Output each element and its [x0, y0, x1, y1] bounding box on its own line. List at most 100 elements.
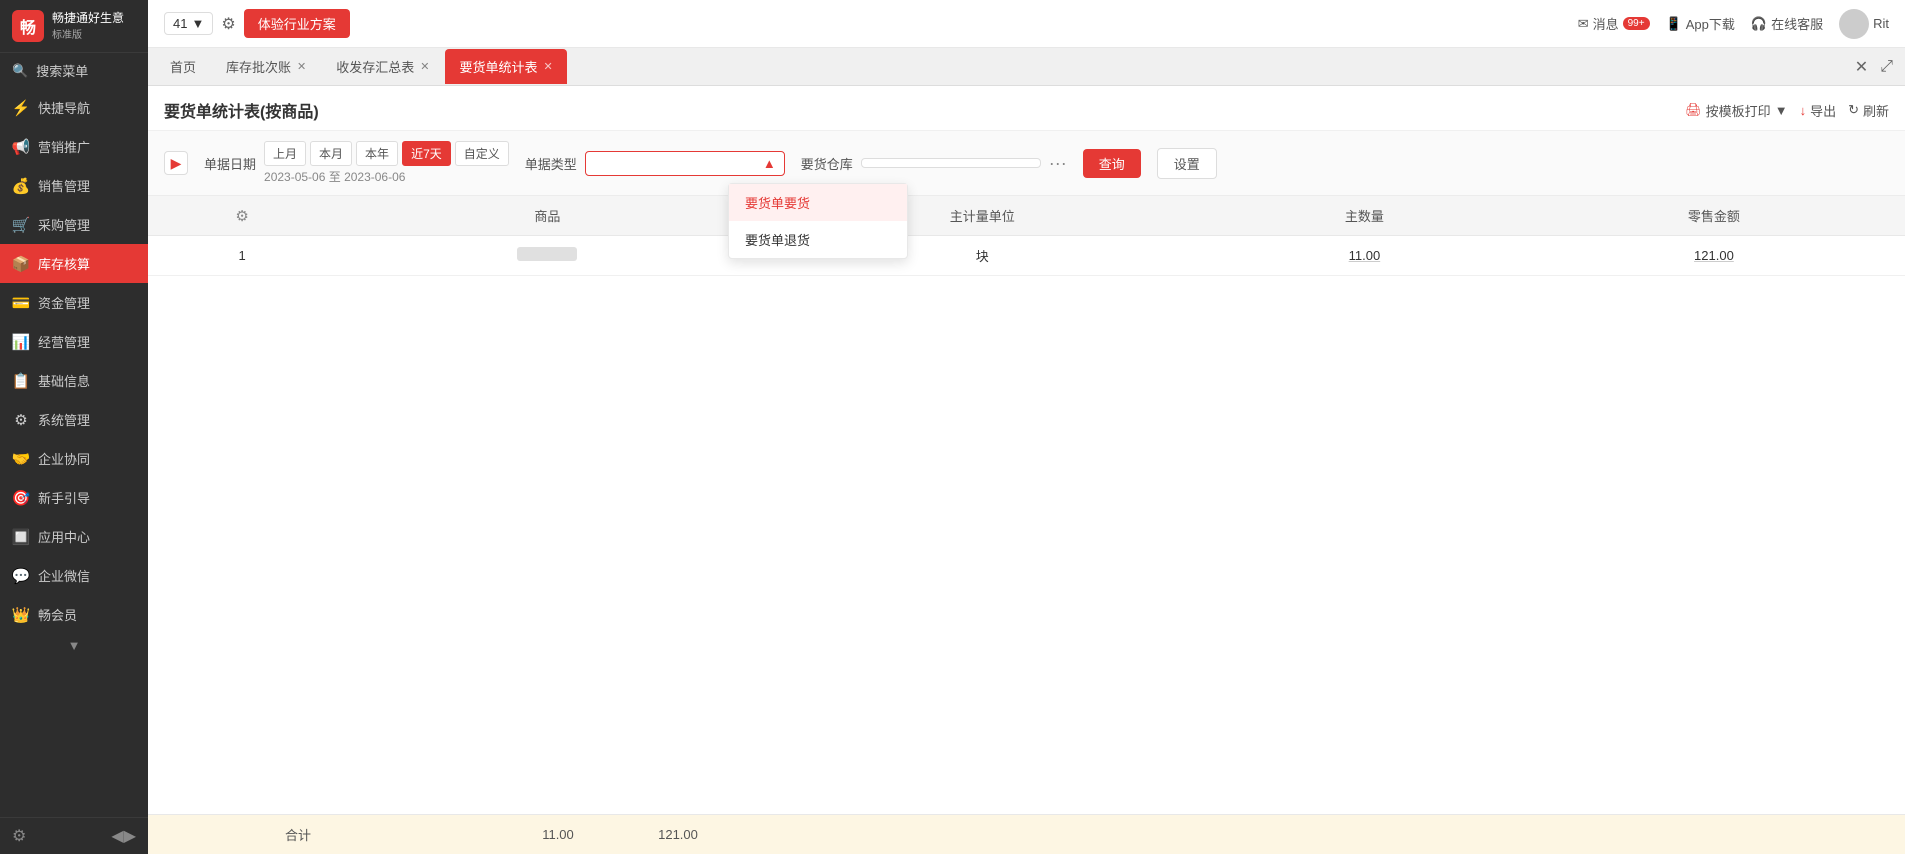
- guide-icon: 🎯: [12, 489, 30, 507]
- date-filter-label: 单据日期: [204, 154, 256, 173]
- sidebar-item-basic[interactable]: 📋 基础信息: [0, 361, 148, 400]
- sidebar-item-enterprise[interactable]: 🤝 企业协同: [0, 439, 148, 478]
- date-btn-last-month[interactable]: 上月: [264, 141, 306, 166]
- sidebar-item-wechat[interactable]: 💬 企业微信: [0, 556, 148, 595]
- trial-button[interactable]: 体验行业方案: [244, 9, 350, 38]
- refresh-label: 刷新: [1863, 101, 1889, 120]
- sidebar-item-operation[interactable]: 📊 经营管理: [0, 322, 148, 361]
- messages-action[interactable]: ✉ 消息 99+: [1578, 14, 1650, 33]
- messages-label: 消息: [1593, 14, 1619, 33]
- sidebar-item-system[interactable]: ⚙ 系统管理: [0, 400, 148, 439]
- system-label: 系统管理: [38, 410, 90, 429]
- query-button[interactable]: 查询: [1083, 149, 1141, 178]
- breadcrumb-selector[interactable]: 41 ▼: [164, 12, 213, 35]
- warehouse-input[interactable]: [861, 158, 1041, 168]
- table-settings-icon[interactable]: ⚙: [235, 208, 248, 225]
- user-menu[interactable]: Rit: [1839, 9, 1889, 39]
- filter-date-group: 单据日期 上月 本月 本年 近7天 自定义 2023-05-06 至 2023-…: [204, 141, 509, 185]
- date-btn-7days[interactable]: 近7天: [402, 141, 451, 166]
- tab-order-stats[interactable]: 要货单统计表✕: [445, 49, 566, 84]
- filter-toggle-btn[interactable]: ▶: [164, 151, 188, 175]
- sidebar-item-quick-nav[interactable]: ⚡ 快捷导航: [0, 88, 148, 127]
- filter-more-btn[interactable]: ···: [1049, 153, 1067, 174]
- inventory-label: 库存核算: [38, 254, 90, 273]
- sidebar: 畅 畅捷通好生意 标准版 🔍 搜索菜单 ⚡ 快捷导航 📢 营销推广 💰 销售管理…: [0, 0, 148, 854]
- online-service-label: 在线客服: [1771, 14, 1823, 33]
- enterprise-icon: 🤝: [12, 450, 30, 468]
- date-buttons: 上月 本月 本年 近7天 自定义: [264, 141, 509, 166]
- tab-home[interactable]: 首页: [156, 49, 210, 84]
- table-container: ⚙ 商品 主计量单位 主数量 零售金额 1 块 11.00 121.00: [148, 196, 1905, 814]
- user-name: Rit: [1873, 16, 1889, 31]
- page-title-bar: 要货单统计表(按商品) 🖨 按模板打印 ▼ ↓ 导出 ↻ 刷新: [148, 86, 1905, 131]
- online-service-action[interactable]: 🎧 在线客服: [1751, 14, 1823, 33]
- export-btn[interactable]: ↓ 导出: [1800, 101, 1837, 120]
- basic-label: 基础信息: [38, 371, 90, 390]
- header-settings-icon[interactable]: ⚙: [221, 14, 235, 34]
- export-icon: ↓: [1800, 103, 1807, 118]
- tab-bar: 首页库存批次账✕收发存汇总表✕要货单统计表✕ ✕ ⤢: [148, 48, 1905, 86]
- tab-close-order-stats[interactable]: ✕: [544, 60, 553, 73]
- online-service-icon: 🎧: [1751, 16, 1767, 32]
- table-row: 1 块 11.00 121.00: [148, 236, 1905, 276]
- app-download-action[interactable]: 📱 App下载: [1666, 14, 1735, 33]
- app-download-icon: 📱: [1666, 16, 1682, 32]
- sidebar-item-purchase[interactable]: 🛒 采购管理: [0, 205, 148, 244]
- tab-close-inventory-batch[interactable]: ✕: [297, 60, 306, 73]
- breadcrumb-chevron-icon: ▼: [191, 16, 204, 31]
- type-select[interactable]: ▲: [585, 151, 785, 176]
- col-settings[interactable]: ⚙: [148, 196, 336, 236]
- system-icon: ⚙: [12, 411, 30, 429]
- operation-icon: 📊: [12, 333, 30, 351]
- app-center-icon: 🔲: [12, 528, 30, 546]
- dropdown-item-order-return[interactable]: 要货单退货: [729, 221, 907, 258]
- cell-quantity-0: 11.00: [1206, 236, 1523, 276]
- tab-inventory-batch[interactable]: 库存批次账 ✕: [212, 49, 320, 84]
- page-title-actions: 🖨 按模板打印 ▼ ↓ 导出 ↻ 刷新: [1685, 101, 1889, 120]
- print-btn[interactable]: 🖨 按模板打印 ▼: [1685, 101, 1787, 120]
- logo-name: 畅捷通好生意: [52, 11, 124, 27]
- date-options-group: 上月 本月 本年 近7天 自定义 2023-05-06 至 2023-06-06: [264, 141, 509, 185]
- wechat-label: 企业微信: [38, 566, 90, 585]
- logo-sub: 标准版: [52, 26, 124, 41]
- sidebar-item-inventory[interactable]: 📦 库存核算: [0, 244, 148, 283]
- user-avatar: [1839, 9, 1869, 39]
- sidebar-item-marketing[interactable]: 📢 营销推广: [0, 127, 148, 166]
- logo-text-group: 畅捷通好生意 标准版: [52, 11, 124, 42]
- filter-area: ▶ 单据日期 上月 本月 本年 近7天 自定义 2023-05-06 至 202…: [148, 131, 1905, 196]
- refresh-btn[interactable]: ↻ 刷新: [1848, 101, 1889, 120]
- collapse-sidebar-icon[interactable]: ◀▶: [111, 826, 136, 846]
- purchase-icon: 🛒: [12, 216, 30, 234]
- sidebar-item-finance[interactable]: 💳 资金管理: [0, 283, 148, 322]
- date-btn-this-month[interactable]: 本月: [310, 141, 352, 166]
- expand-tab-icon[interactable]: ⤢: [1876, 56, 1897, 78]
- search-menu[interactable]: 🔍 搜索菜单: [0, 53, 148, 88]
- tab-label-inventory-batch: 库存批次账: [226, 57, 291, 76]
- sidebar-logo: 畅 畅捷通好生意 标准版: [0, 0, 148, 53]
- top-header: 41 ▼ ⚙ 体验行业方案 ✉ 消息 99+ 📱 App下载 🎧 在线客服 R: [148, 0, 1905, 48]
- sidebar-item-member[interactable]: 👑 畅会员: [0, 595, 148, 634]
- settings-bottom-icon[interactable]: ⚙: [12, 826, 26, 846]
- print-label: 按模板打印: [1706, 101, 1771, 120]
- close-tab-icon[interactable]: ✕: [1851, 55, 1872, 79]
- filter-warehouse-group: 要货仓库 ···: [801, 153, 1067, 174]
- settings-button[interactable]: 设置: [1157, 148, 1217, 179]
- app-download-label: App下载: [1686, 14, 1735, 33]
- footer-quantity: 11.00: [498, 827, 618, 842]
- marketing-label: 营销推广: [38, 137, 90, 156]
- footer-amount: 121.00: [618, 827, 738, 842]
- date-btn-this-year[interactable]: 本年: [356, 141, 398, 166]
- tab-receivable-summary[interactable]: 收发存汇总表 ✕: [322, 49, 443, 84]
- sidebar-scroll-down[interactable]: ▼: [0, 634, 148, 657]
- tab-close-receivable-summary[interactable]: ✕: [420, 60, 429, 73]
- member-icon: 👑: [12, 606, 30, 624]
- header-right: ✉ 消息 99+ 📱 App下载 🎧 在线客服 Rit: [1578, 9, 1889, 39]
- col-product: 商品: [336, 196, 758, 236]
- date-btn-custom[interactable]: 自定义: [455, 141, 509, 166]
- tab-label-receivable-summary: 收发存汇总表: [336, 57, 414, 76]
- dropdown-item-order-goods[interactable]: 要货单要货: [729, 184, 907, 221]
- sidebar-item-app-center[interactable]: 🔲 应用中心: [0, 517, 148, 556]
- sidebar-item-guide[interactable]: 🎯 新手引导: [0, 478, 148, 517]
- sidebar-item-sales[interactable]: 💰 销售管理: [0, 166, 148, 205]
- export-label: 导出: [1810, 101, 1836, 120]
